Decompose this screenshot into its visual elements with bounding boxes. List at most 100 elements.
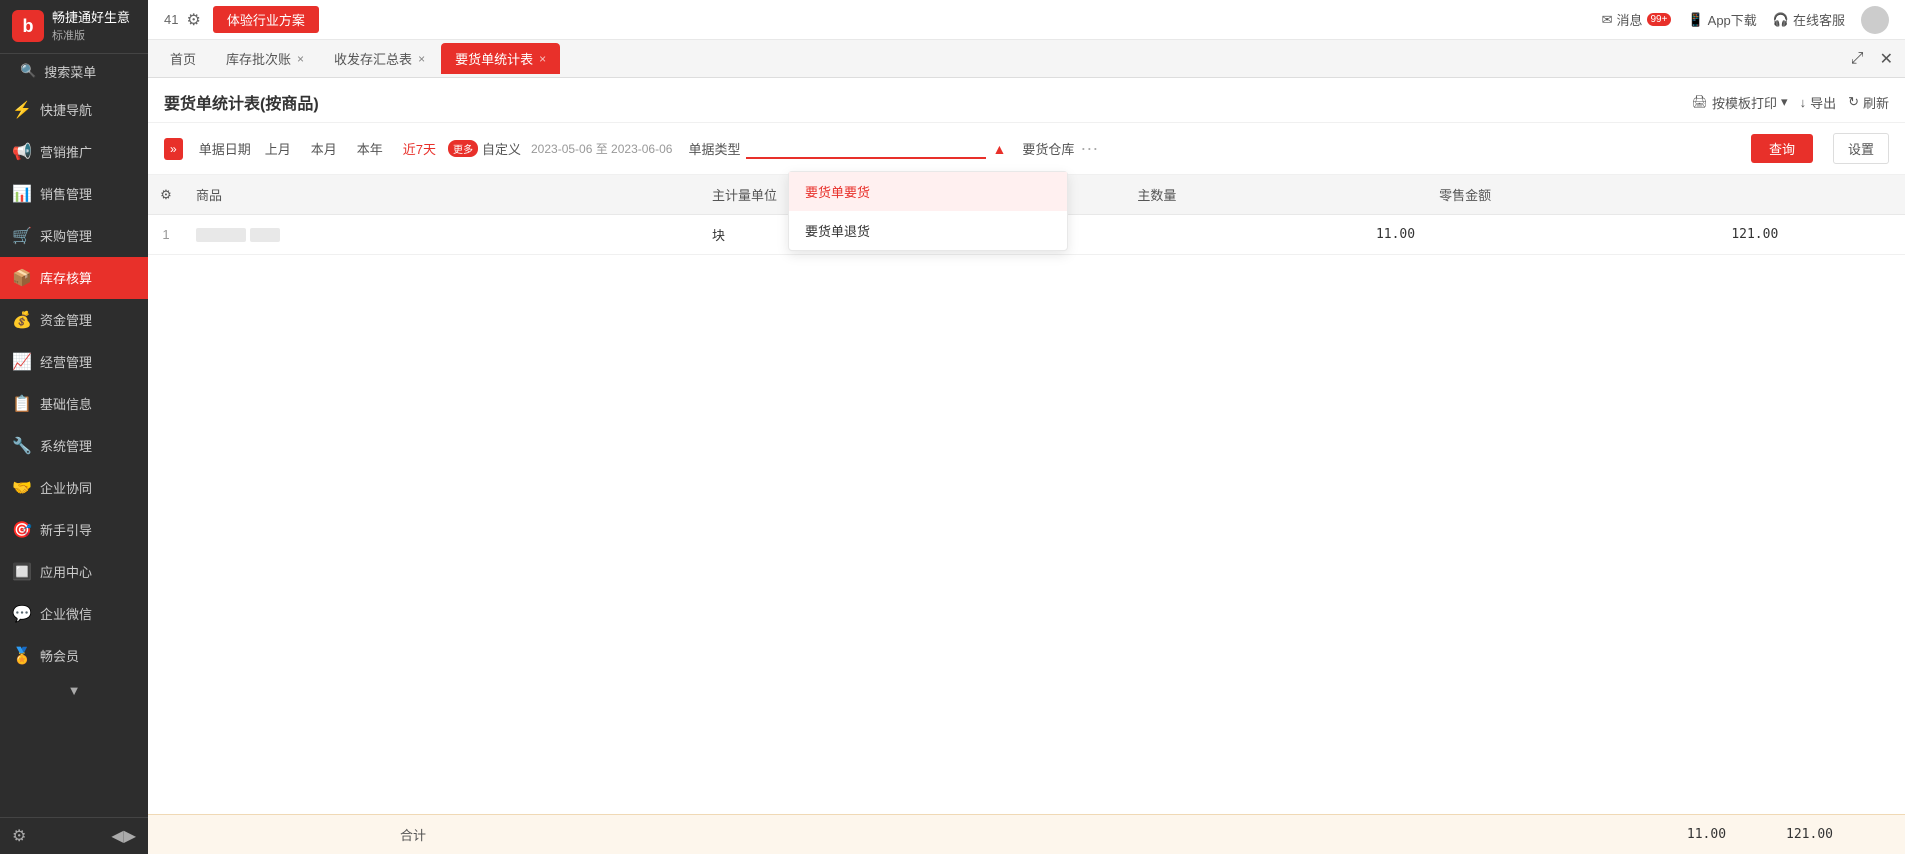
sidebar-label-11: 应用中心 xyxy=(40,562,92,581)
filter-this-year-btn[interactable]: 本年 xyxy=(349,136,391,161)
online-service-btn[interactable]: 🎧 在线客服 xyxy=(1773,10,1845,29)
sidebar-icon-10: 🎯 xyxy=(12,520,32,540)
export-icon: ↓ xyxy=(1800,95,1807,110)
filter-type-input-wrap xyxy=(746,138,986,159)
sidebar-item-企业微信[interactable]: 💬 企业微信 xyxy=(0,593,148,635)
sidebar-item-应用中心[interactable]: 🔲 应用中心 xyxy=(0,551,148,593)
filter-date-buttons: 上月 本月 本年 近7天 更多 自定义 xyxy=(257,136,521,161)
messages-badge: 99+ xyxy=(1647,13,1672,26)
sidebar-icon-11: 🔲 xyxy=(12,562,32,582)
print-dropdown-icon: ▾ xyxy=(1781,94,1788,110)
sidebar-item-库存核算[interactable]: 📦 库存核算 xyxy=(0,257,148,299)
sidebar-item-营销推广[interactable]: 📢 营销推广 xyxy=(0,131,148,173)
table-wrap: ⚙ 商品 主计量单位 主数量 零售金额 1 xyxy=(148,175,1905,814)
sidebar-icon-7: 📋 xyxy=(12,394,32,414)
th-qty: 主数量 xyxy=(1125,175,1427,215)
sidebar-item-基础信息[interactable]: 📋 基础信息 xyxy=(0,383,148,425)
sidebar-icon-3: 🛒 xyxy=(12,226,32,246)
tab-inventory-batch[interactable]: 库存批次账 × xyxy=(212,43,318,74)
sidebar-logo: b 畅捷通好生意 标准版 xyxy=(0,0,148,54)
th-extra xyxy=(1790,175,1905,215)
tab-inventory-batch-close[interactable]: × xyxy=(297,52,304,66)
sidebar-icon-9: 🤝 xyxy=(12,478,32,498)
tabs-maximize-btn[interactable]: ⤢ xyxy=(1847,47,1868,71)
filter-more-btn[interactable]: ··· xyxy=(1080,138,1098,159)
print-icon: 🖨 xyxy=(1692,94,1709,110)
dropdown-item-1[interactable]: 要货单退货 xyxy=(789,211,1067,250)
messages-btn[interactable]: ✉ 消息 99+ xyxy=(1602,10,1672,29)
footer-qty: 11.00 xyxy=(1687,827,1726,842)
sidebar-icon-5: 💰 xyxy=(12,310,32,330)
product-placeholder xyxy=(196,228,688,242)
filter-more-badge[interactable]: 更多 xyxy=(448,140,478,157)
online-service-label: 在线客服 xyxy=(1793,10,1845,29)
filter-type-dropdown-arrow[interactable]: ▲ xyxy=(992,141,1006,157)
tab-order-stats[interactable]: 要货单统计表 × xyxy=(441,43,560,74)
sidebar-item-采购管理[interactable]: 🛒 采购管理 xyxy=(0,215,148,257)
query-btn[interactable]: 查询 xyxy=(1751,134,1813,163)
filter-type-input[interactable] xyxy=(746,138,986,159)
tab-home-label: 首页 xyxy=(170,49,196,68)
export-btn[interactable]: ↓ 导出 xyxy=(1800,93,1837,112)
filter-expand-btn[interactable]: » xyxy=(164,138,183,160)
sidebar-item-快捷导航[interactable]: ⚡ 快捷导航 xyxy=(0,89,148,131)
app-download-btn[interactable]: 📱 App下载 xyxy=(1687,10,1756,29)
tab-receipt-summary-close[interactable]: × xyxy=(418,52,425,66)
sidebar-scroll-down[interactable]: ▼ xyxy=(0,677,148,704)
tab-inventory-batch-label: 库存批次账 xyxy=(226,49,291,68)
sidebar-icon-13: 🏅 xyxy=(12,646,32,666)
footer-label: 合计 xyxy=(160,825,426,844)
header-settings-icon[interactable]: ⚙ xyxy=(186,10,200,30)
page-header-actions: 🖨 按模板打印 ▾ ↓ 导出 ↻ 刷新 xyxy=(1692,93,1890,112)
sidebar-bottom: ⚙ ◀▶ xyxy=(0,817,148,854)
print-label: 按模板打印 xyxy=(1712,93,1777,112)
dropdown-item-0[interactable]: 要货单要货 xyxy=(789,172,1067,211)
td-index: 1 xyxy=(148,215,184,255)
collapse-icon[interactable]: ◀▶ xyxy=(111,826,136,846)
th-settings[interactable]: ⚙ xyxy=(148,175,184,215)
th-product: 商品 xyxy=(184,175,700,215)
top-header: 41 ⚙ 体验行业方案 ✉ 消息 99+ 📱 App下载 🎧 在线客服 xyxy=(148,0,1905,40)
refresh-btn[interactable]: ↻ 刷新 xyxy=(1848,93,1889,112)
sidebar-label-1: 营销推广 xyxy=(40,142,92,161)
sidebar-item-销售管理[interactable]: 📊 销售管理 xyxy=(0,173,148,215)
filter-custom-btn[interactable]: 自定义 xyxy=(482,139,521,158)
sidebar-item-企业协同[interactable]: 🤝 企业协同 xyxy=(0,467,148,509)
settings-icon[interactable]: ⚙ xyxy=(12,826,26,846)
sidebar-item-经营管理[interactable]: 📈 经营管理 xyxy=(0,341,148,383)
sidebar-label-3: 采购管理 xyxy=(40,226,92,245)
tabs-close-all-btn[interactable]: ✕ xyxy=(1876,47,1897,71)
filter-type-label: 单据类型 xyxy=(688,139,740,158)
app-sub: 标准版 xyxy=(52,27,130,43)
sidebar-item-畅会员[interactable]: 🏅 畅会员 xyxy=(0,635,148,677)
sidebar-search[interactable]: 🔍 搜索菜单 xyxy=(0,54,148,89)
logo-icon: b xyxy=(12,10,44,42)
sidebar-icon-8: 🔧 xyxy=(12,436,32,456)
type-dropdown: 要货单要货 要货单退货 xyxy=(788,171,1068,251)
trial-btn[interactable]: 体验行业方案 xyxy=(213,6,319,33)
sidebar-label-2: 销售管理 xyxy=(40,184,92,203)
header-right: ✉ 消息 99+ 📱 App下载 🎧 在线客服 xyxy=(1602,6,1889,34)
messages-label: 消息 xyxy=(1616,10,1642,29)
sidebar-icon-0: ⚡ xyxy=(12,100,32,120)
filter-last-month-btn[interactable]: 上月 xyxy=(257,136,299,161)
tab-receipt-summary-label: 收发存汇总表 xyxy=(334,49,412,68)
filter-settings-btn[interactable]: 设置 xyxy=(1833,133,1889,164)
tab-home[interactable]: 首页 xyxy=(156,43,210,74)
sidebar-item-系统管理[interactable]: 🔧 系统管理 xyxy=(0,425,148,467)
user-avatar[interactable] xyxy=(1861,6,1889,34)
tab-receipt-summary[interactable]: 收发存汇总表 × xyxy=(320,43,439,74)
page-content: 要货单统计表(按商品) 🖨 按模板打印 ▾ ↓ 导出 ↻ 刷新 » xyxy=(148,78,1905,854)
td-qty: 11.00 xyxy=(1125,215,1427,255)
print-btn[interactable]: 🖨 按模板打印 ▾ xyxy=(1692,93,1788,112)
export-label: 导出 xyxy=(1810,93,1836,112)
sidebar-item-新手引导[interactable]: 🎯 新手引导 xyxy=(0,509,148,551)
search-icon: 🔍 xyxy=(20,63,36,79)
sidebar-icon-4: 📦 xyxy=(12,268,32,288)
filter-bar: » 单据日期 上月 本月 本年 近7天 更多 自定义 2023-05-06 至 … xyxy=(148,123,1905,175)
tab-order-stats-close[interactable]: × xyxy=(539,52,546,66)
filter-7days-btn[interactable]: 近7天 xyxy=(395,136,444,161)
sidebar-item-资金管理[interactable]: 💰 资金管理 xyxy=(0,299,148,341)
filter-this-month-btn[interactable]: 本月 xyxy=(303,136,345,161)
filter-date-range: 2023-05-06 至 2023-06-06 xyxy=(531,140,672,157)
